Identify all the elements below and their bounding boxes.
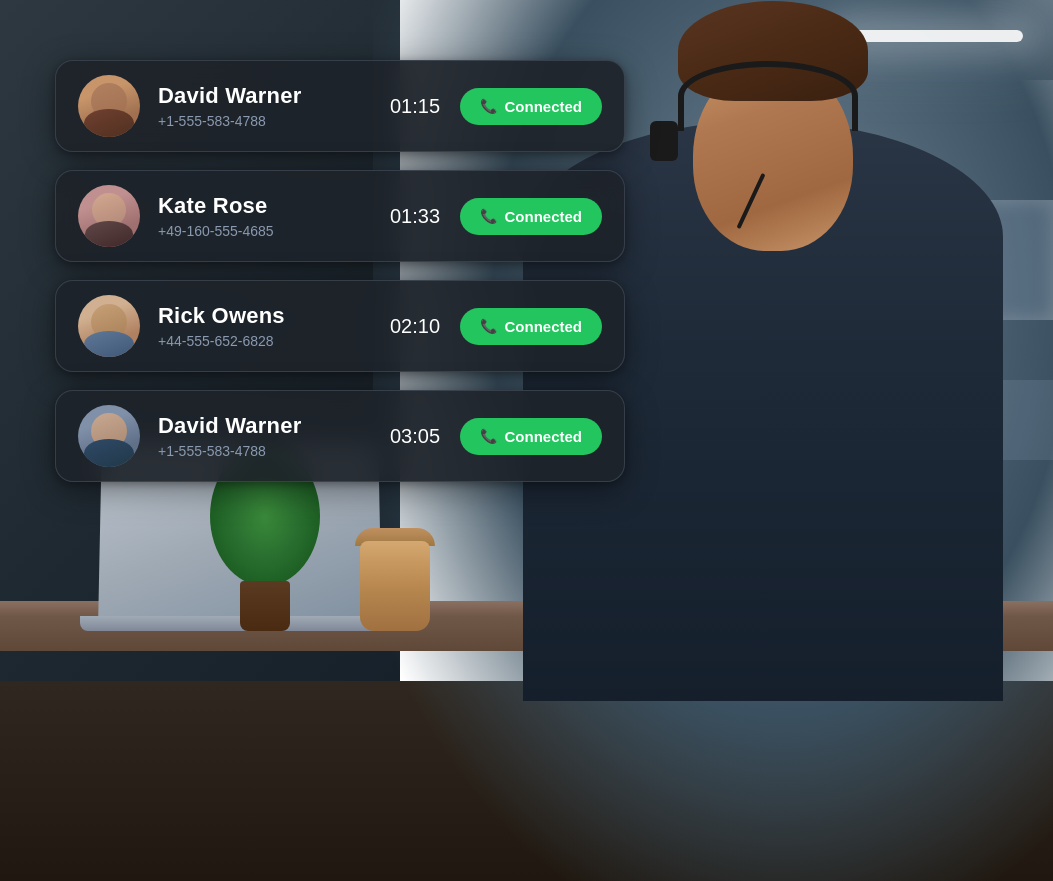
contact-name-3: Rick Owens (158, 303, 369, 329)
avatar-1 (78, 75, 140, 137)
phone-icon-3: 📞 (480, 318, 497, 334)
avatar-4 (78, 405, 140, 467)
plant-pot (240, 581, 290, 631)
phone-icon-2: 📞 (480, 208, 497, 224)
connected-badge-3[interactable]: 📞 Connected (460, 308, 602, 345)
contact-phone-1: +1-555-583-4788 (158, 113, 369, 129)
headset-band (678, 61, 858, 131)
connected-badge-1[interactable]: 📞 Connected (460, 88, 602, 125)
call-duration-3: 02:10 (387, 315, 442, 338)
headset-ear (650, 121, 678, 161)
connected-badge-4[interactable]: 📞 Connected (460, 418, 602, 455)
call-card-2[interactable]: Kate Rose +49-160-555-4685 01:33 📞 Conne… (55, 170, 625, 262)
connected-badge-2[interactable]: 📞 Connected (460, 198, 602, 235)
coffee-cup (360, 541, 430, 631)
laptop-base (80, 616, 390, 631)
contact-phone-3: +44-555-652-6828 (158, 333, 369, 349)
call-card-4[interactable]: David Warner +1-555-583-4788 03:05 📞 Con… (55, 390, 625, 482)
call-duration-2: 01:33 (387, 205, 442, 228)
connected-label-4: Connected (504, 428, 582, 445)
contact-phone-4: +1-555-583-4788 (158, 443, 369, 459)
contact-info-4: David Warner +1-555-583-4788 (158, 413, 369, 458)
avatar-3 (78, 295, 140, 357)
phone-icon-1: 📞 (480, 98, 497, 114)
contact-info-3: Rick Owens +44-555-652-6828 (158, 303, 369, 348)
cards-container: David Warner +1-555-583-4788 01:15 📞 Con… (55, 60, 625, 482)
contact-name-2: Kate Rose (158, 193, 369, 219)
contact-info-2: Kate Rose +49-160-555-4685 (158, 193, 369, 238)
contact-name-4: David Warner (158, 413, 369, 439)
connected-label-2: Connected (504, 208, 582, 225)
contact-name-1: David Warner (158, 83, 369, 109)
call-card-1[interactable]: David Warner +1-555-583-4788 01:15 📞 Con… (55, 60, 625, 152)
call-duration-1: 01:15 (387, 95, 442, 118)
contact-phone-2: +49-160-555-4685 (158, 223, 369, 239)
connected-label-1: Connected (504, 98, 582, 115)
call-duration-4: 03:05 (387, 425, 442, 448)
connected-label-3: Connected (504, 318, 582, 335)
contact-info-1: David Warner +1-555-583-4788 (158, 83, 369, 128)
avatar-2 (78, 185, 140, 247)
phone-icon-4: 📞 (480, 428, 497, 444)
ceiling-light (843, 30, 1023, 42)
call-card-3[interactable]: Rick Owens +44-555-652-6828 02:10 📞 Conn… (55, 280, 625, 372)
